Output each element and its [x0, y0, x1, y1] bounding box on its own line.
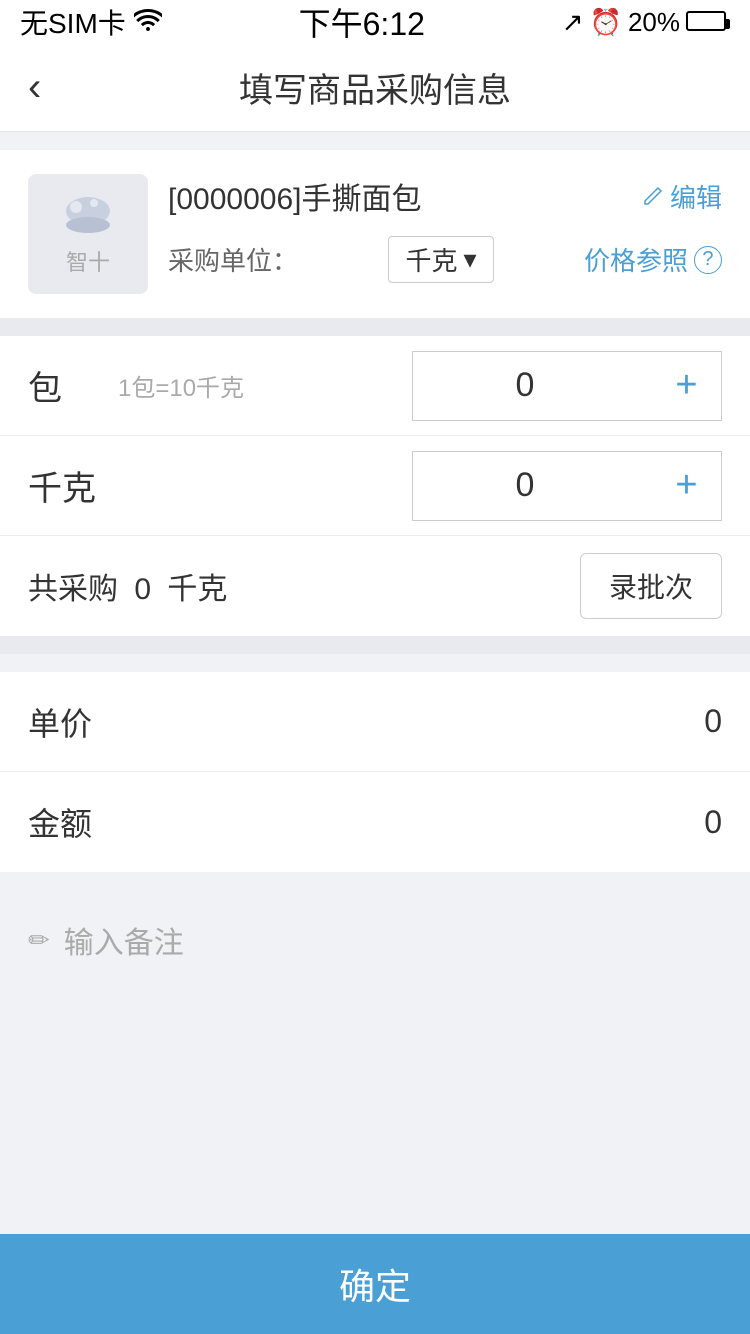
kg-input-wrapper: +: [412, 451, 722, 521]
unit-price-value: 0: [704, 703, 722, 740]
bag-conversion-label: 1包=10千克: [118, 368, 412, 403]
alarm-icon: ⏰: [590, 7, 622, 38]
amount-row: 金额 0: [0, 772, 750, 872]
amount-label: 金额: [28, 799, 92, 845]
unit-price-row: 单价 0: [0, 672, 750, 772]
info-icon: ?: [694, 246, 722, 274]
remarks-section[interactable]: ✏ 输入备注: [0, 890, 750, 1090]
confirm-button[interactable]: 确定: [0, 1234, 750, 1334]
unit-label: 采购单位：: [168, 241, 298, 278]
bag-input-wrapper: +: [412, 351, 722, 421]
product-info: [0000006]手撕面包 编辑 采购单位： 千克 ▾ 价格参照 ?: [168, 174, 722, 283]
status-time: 下午6:12: [299, 0, 425, 45]
status-right: ↗ ⏰ 20%: [562, 7, 730, 38]
battery-percent: 20%: [628, 7, 680, 38]
unit-select[interactable]: 千克 ▾: [388, 236, 493, 283]
unit-price-label: 单价: [28, 699, 92, 745]
bag-input-row: 包 1包=10千克 +: [0, 336, 750, 436]
summary-text: 共采购 0 千克: [28, 564, 227, 608]
chevron-down-icon: ▾: [463, 244, 476, 275]
status-carrier: 无SIM卡: [20, 2, 162, 42]
battery-icon: [686, 7, 730, 38]
bag-quantity-input[interactable]: [412, 351, 652, 421]
edit-button[interactable]: 编辑: [642, 178, 722, 215]
pencil-icon: ✏: [28, 925, 50, 956]
batch-button[interactable]: 录批次: [580, 553, 722, 619]
bag-plus-button[interactable]: +: [652, 351, 722, 421]
wifi-icon: [134, 6, 162, 38]
price-ref-button[interactable]: 价格参照 ?: [584, 241, 722, 278]
bag-unit-label: 包: [28, 361, 108, 410]
product-card: 智十 [0000006]手撕面包 编辑 采购单位： 千克 ▾ 价格参照 ?: [0, 150, 750, 318]
status-bar: 无SIM卡 下午6:12 ↗ ⏰ 20%: [0, 0, 750, 44]
carrier-text: 无SIM卡: [20, 2, 126, 42]
nav-bar: ‹ 填写商品采购信息: [0, 44, 750, 132]
product-name: [0000006]手撕面包: [168, 174, 421, 218]
section-divider-2: [0, 636, 750, 654]
product-name-row: [0000006]手撕面包 编辑: [168, 174, 722, 218]
page-title: 填写商品采购信息: [239, 63, 511, 112]
kg-plus-button[interactable]: +: [652, 451, 722, 521]
location-icon: ↗: [562, 7, 584, 38]
remarks-input[interactable]: ✏ 输入备注: [28, 918, 722, 962]
pricing-section: 单价 0 金额 0: [0, 672, 750, 872]
product-image: 智十: [28, 174, 148, 294]
kg-quantity-input[interactable]: [412, 451, 652, 521]
back-button[interactable]: ‹: [28, 65, 88, 110]
kg-unit-label: 千克: [28, 461, 108, 510]
product-image-label: 智十: [66, 245, 110, 277]
purchase-unit-row: 采购单位： 千克 ▾ 价格参照 ?: [168, 236, 722, 283]
remarks-placeholder: 输入备注: [64, 918, 184, 962]
quantity-section: 包 1包=10千克 + 千克 +: [0, 336, 750, 536]
kg-input-row: 千克 +: [0, 436, 750, 536]
section-divider-1: [0, 318, 750, 336]
amount-value: 0: [704, 804, 722, 841]
summary-row: 共采购 0 千克 录批次: [0, 536, 750, 636]
